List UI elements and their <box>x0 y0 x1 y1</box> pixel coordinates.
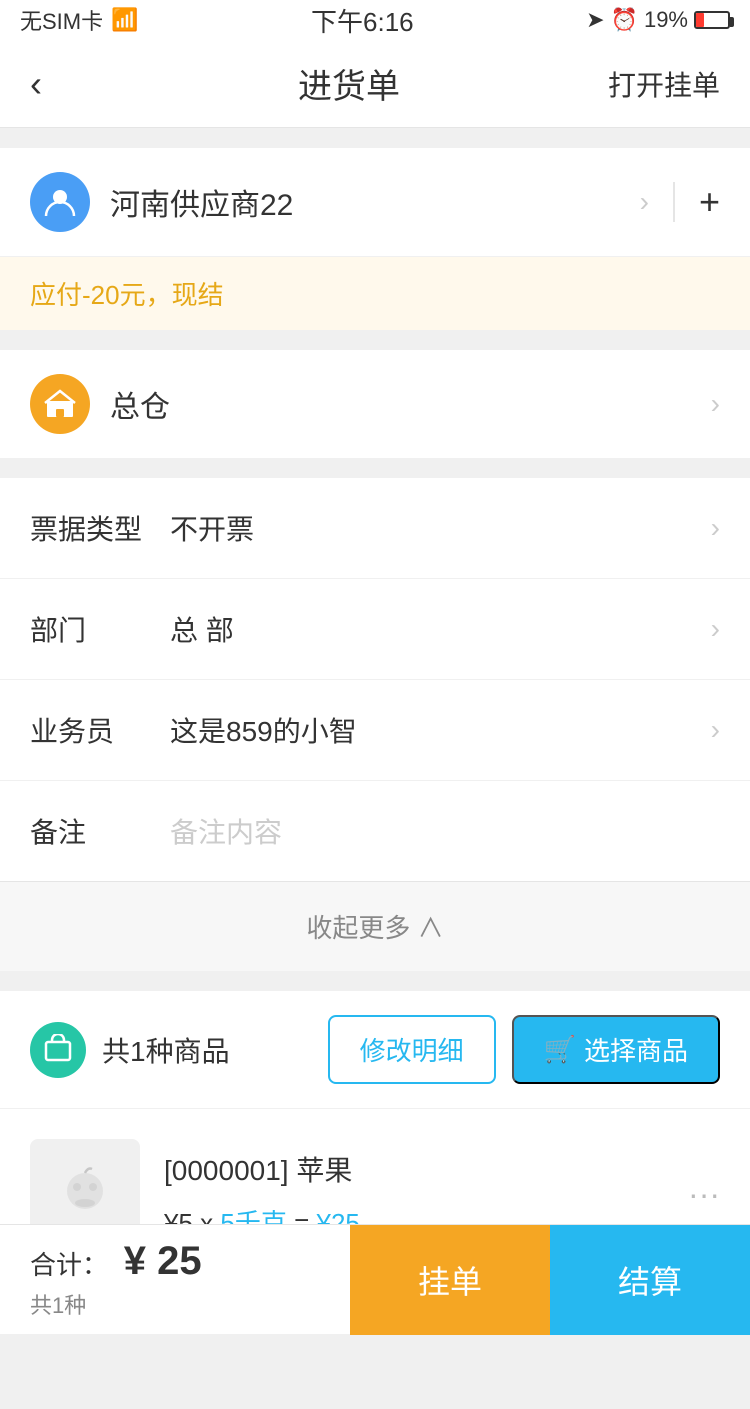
department-row[interactable]: 部门 总 部 › <box>0 578 750 679</box>
total-row: 合计： ¥ 25 <box>30 1239 320 1284</box>
total-section: 合计： ¥ 25 共1种 <box>0 1239 350 1320</box>
invoice-chevron-icon: › <box>711 512 720 544</box>
wifi-icon: 📶 <box>111 7 138 33</box>
product-count-text: 共1种商品 <box>102 1030 328 1070</box>
salesperson-row[interactable]: 业务员 这是859的小智 › <box>0 679 750 780</box>
supplier-name: 河南供应商22 <box>110 180 640 224</box>
invoice-row[interactable]: 票据类型 不开票 › <box>0 478 750 578</box>
salesperson-value: 这是859的小智 <box>150 710 711 750</box>
status-time: 下午6:16 <box>311 2 414 39</box>
product-more-button[interactable]: ··· <box>668 1176 720 1213</box>
status-bar: 无SIM卡 📶 下午6:16 ➤ ⏰ 19% <box>0 0 750 40</box>
open-hang-button[interactable]: 打开挂单 <box>608 64 720 104</box>
total-label: 合计： <box>30 1250 108 1280</box>
product-name: [0000001] 苹果 <box>164 1149 668 1189</box>
section-gap-2 <box>0 330 750 350</box>
department-chevron-icon: › <box>711 613 720 645</box>
form-section: 票据类型 不开票 › 部门 总 部 › 业务员 这是859的小智 › 备注 备注… <box>0 478 750 971</box>
battery-percent: 19% <box>644 7 688 33</box>
collapse-row[interactable]: 收起更多 ∧ <box>0 881 750 971</box>
supplier-section: 河南供应商22 › + 应付-20元，现结 <box>0 148 750 330</box>
add-button[interactable]: + <box>699 181 720 223</box>
warehouse-row[interactable]: 总仓 › <box>0 350 750 458</box>
salesperson-label: 业务员 <box>30 710 150 750</box>
remark-row[interactable]: 备注 备注内容 <box>0 780 750 881</box>
department-label: 部门 <box>30 609 150 649</box>
total-count: 共1种 <box>30 1288 320 1320</box>
invoice-value: 不开票 <box>150 508 711 548</box>
remark-input[interactable]: 备注内容 <box>150 811 720 851</box>
checkout-button[interactable]: 结算 <box>550 1225 750 1335</box>
page-title: 进货单 <box>298 59 400 108</box>
warehouse-name: 总仓 <box>110 382 711 426</box>
status-right: ➤ ⏰ 19% <box>586 7 730 33</box>
carrier-text: 无SIM卡 <box>20 4 103 36</box>
total-amount: ¥ 25 <box>124 1239 202 1283</box>
department-value: 总 部 <box>150 609 711 649</box>
nav-bar: ‹ 进货单 打开挂单 <box>0 40 750 128</box>
warehouse-section: 总仓 › <box>0 350 750 458</box>
product-icon <box>30 1022 86 1078</box>
salesperson-chevron-icon: › <box>711 714 720 746</box>
supplier-row[interactable]: 河南供应商22 › + <box>0 148 750 257</box>
collapse-text: 收起更多 ∧ <box>306 908 443 945</box>
location-icon: ➤ <box>586 7 604 33</box>
battery-icon <box>694 11 730 29</box>
supplier-chevron-icon: › <box>640 186 649 218</box>
back-button[interactable]: ‹ <box>30 63 90 105</box>
edit-detail-button[interactable]: 修改明细 <box>328 1015 496 1084</box>
bottom-bar: 合计： ¥ 25 共1种 挂单 结算 <box>0 1224 750 1334</box>
remark-label: 备注 <box>30 811 150 851</box>
status-left: 无SIM卡 📶 <box>20 4 139 36</box>
section-gap-1 <box>0 128 750 148</box>
product-header: 共1种商品 修改明细 🛒 选择商品 <box>0 991 750 1109</box>
supplier-notice: 应付-20元，现结 <box>0 257 750 330</box>
select-product-button[interactable]: 🛒 选择商品 <box>512 1015 720 1084</box>
product-code: [0000001] <box>164 1155 289 1186</box>
warehouse-icon <box>30 374 90 434</box>
alarm-icon: ⏰ <box>611 7 638 33</box>
supplier-divider <box>673 182 675 222</box>
warehouse-chevron-icon: › <box>711 388 720 420</box>
section-gap-3 <box>0 458 750 478</box>
cart-icon: 🛒 <box>544 1034 576 1065</box>
supplier-avatar <box>30 172 90 232</box>
invoice-label: 票据类型 <box>30 508 150 548</box>
product-title: 苹果 <box>296 1155 352 1186</box>
hang-button[interactable]: 挂单 <box>350 1225 550 1335</box>
